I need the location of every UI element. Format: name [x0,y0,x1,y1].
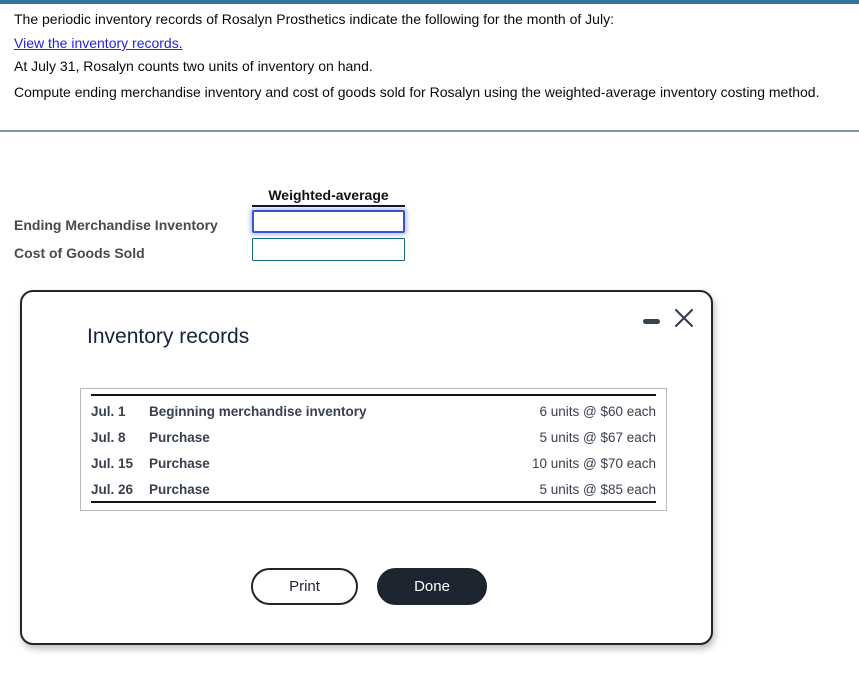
row-date: Jul. 15 [91,455,134,471]
dialog-title: Inventory records [87,325,250,348]
table-row: Jul. 1 Beginning merchandise inventory 6… [91,398,656,424]
row-date: Jul. 1 [91,403,126,419]
top-accent-bar [0,0,859,4]
column-header-underline [252,205,405,207]
inventory-records-table: Jul. 1 Beginning merchandise inventory 6… [80,388,667,511]
ending-merchandise-inventory-input[interactable] [252,210,405,233]
row-description: Purchase [149,429,210,445]
problem-statement-line3: Compute ending merchandise inventory and… [14,84,820,100]
row-description: Beginning merchandise inventory [149,403,367,419]
view-inventory-records-link[interactable]: View the inventory records. [14,35,183,51]
minimize-icon[interactable] [643,319,660,324]
ending-merchandise-inventory-label: Ending Merchandise Inventory [14,217,218,233]
cost-of-goods-sold-input[interactable] [252,238,405,261]
row-detail: 10 units @ $70 each [531,455,656,471]
row-detail: 5 units @ $85 each [539,481,656,497]
row-description: Purchase [149,481,210,497]
screen: The periodic inventory records of Rosaly… [0,0,859,681]
section-divider [0,130,859,132]
problem-statement-line1: The periodic inventory records of Rosaly… [14,11,614,27]
problem-statement-line2: At July 31, Rosalyn counts two units of … [14,58,373,74]
row-date: Jul. 26 [91,481,134,497]
row-detail: 6 units @ $60 each [539,403,656,419]
row-description: Purchase [149,455,210,471]
inventory-records-dialog: Inventory records Jul. 1 Beginning merch… [20,290,713,645]
print-button[interactable]: Print [251,568,358,605]
cost-of-goods-sold-label: Cost of Goods Sold [14,245,145,261]
table-row: Jul. 8 Purchase 5 units @ $67 each [91,424,656,450]
inventory-records-table-body: Jul. 1 Beginning merchandise inventory 6… [91,394,656,503]
done-button[interactable]: Done [377,568,487,605]
table-row: Jul. 26 Purchase 5 units @ $85 each [91,476,656,502]
table-row: Jul. 15 Purchase 10 units @ $70 each [91,450,656,476]
row-date: Jul. 8 [91,429,126,445]
row-detail: 5 units @ $67 each [539,429,656,445]
weighted-average-column-header: Weighted-average [268,187,389,203]
close-icon[interactable] [671,305,697,331]
